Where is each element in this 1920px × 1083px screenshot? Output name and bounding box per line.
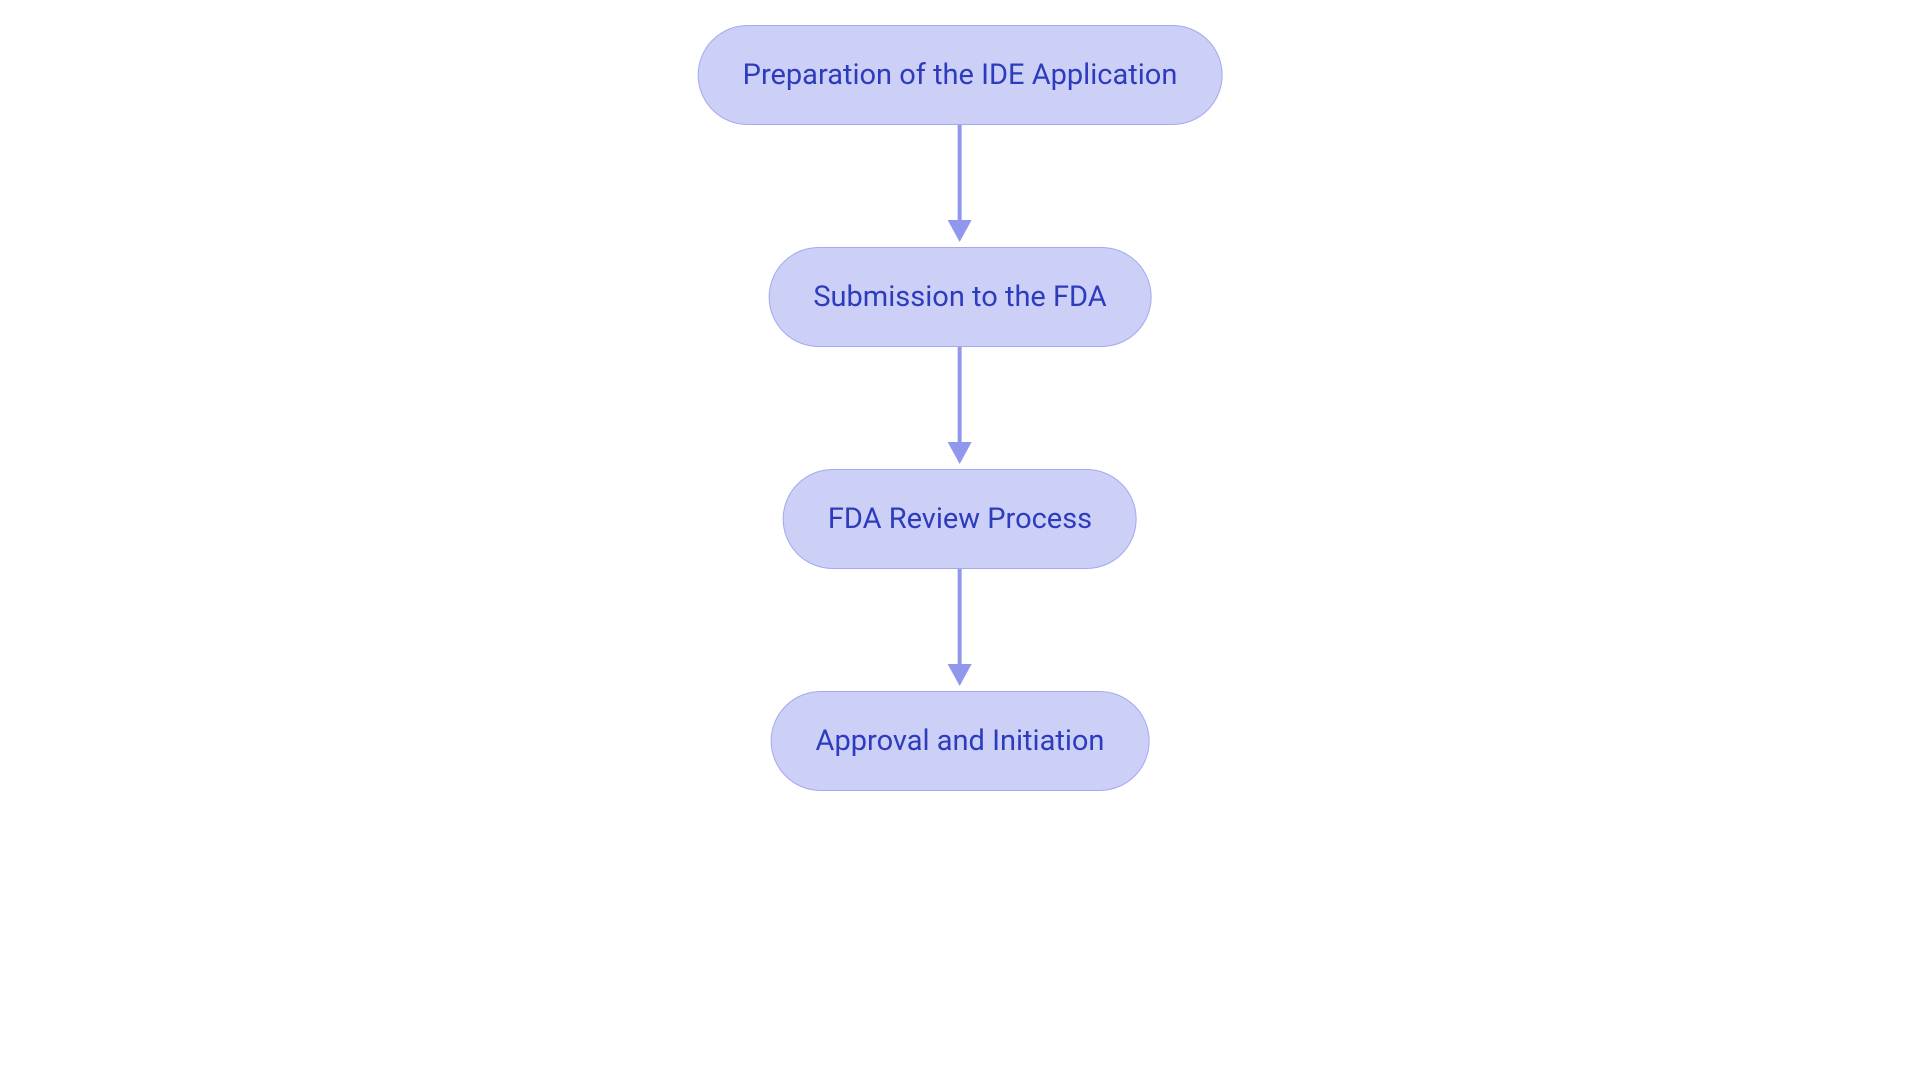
flow-arrow [948, 347, 972, 469]
flow-arrow [948, 125, 972, 247]
flow-node-approval: Approval and Initiation [771, 691, 1150, 791]
flow-node-submission: Submission to the FDA [768, 247, 1151, 347]
flow-arrow [948, 569, 972, 691]
flow-node-review: FDA Review Process [783, 469, 1137, 569]
arrow-head-icon [948, 664, 972, 686]
arrow-line [958, 125, 962, 221]
arrow-head-icon [948, 442, 972, 464]
flowchart-container: Preparation of the IDE Application Submi… [698, 25, 1223, 791]
arrow-line [958, 347, 962, 443]
arrow-line [958, 569, 962, 665]
arrow-head-icon [948, 220, 972, 242]
flow-node-preparation: Preparation of the IDE Application [698, 25, 1223, 125]
